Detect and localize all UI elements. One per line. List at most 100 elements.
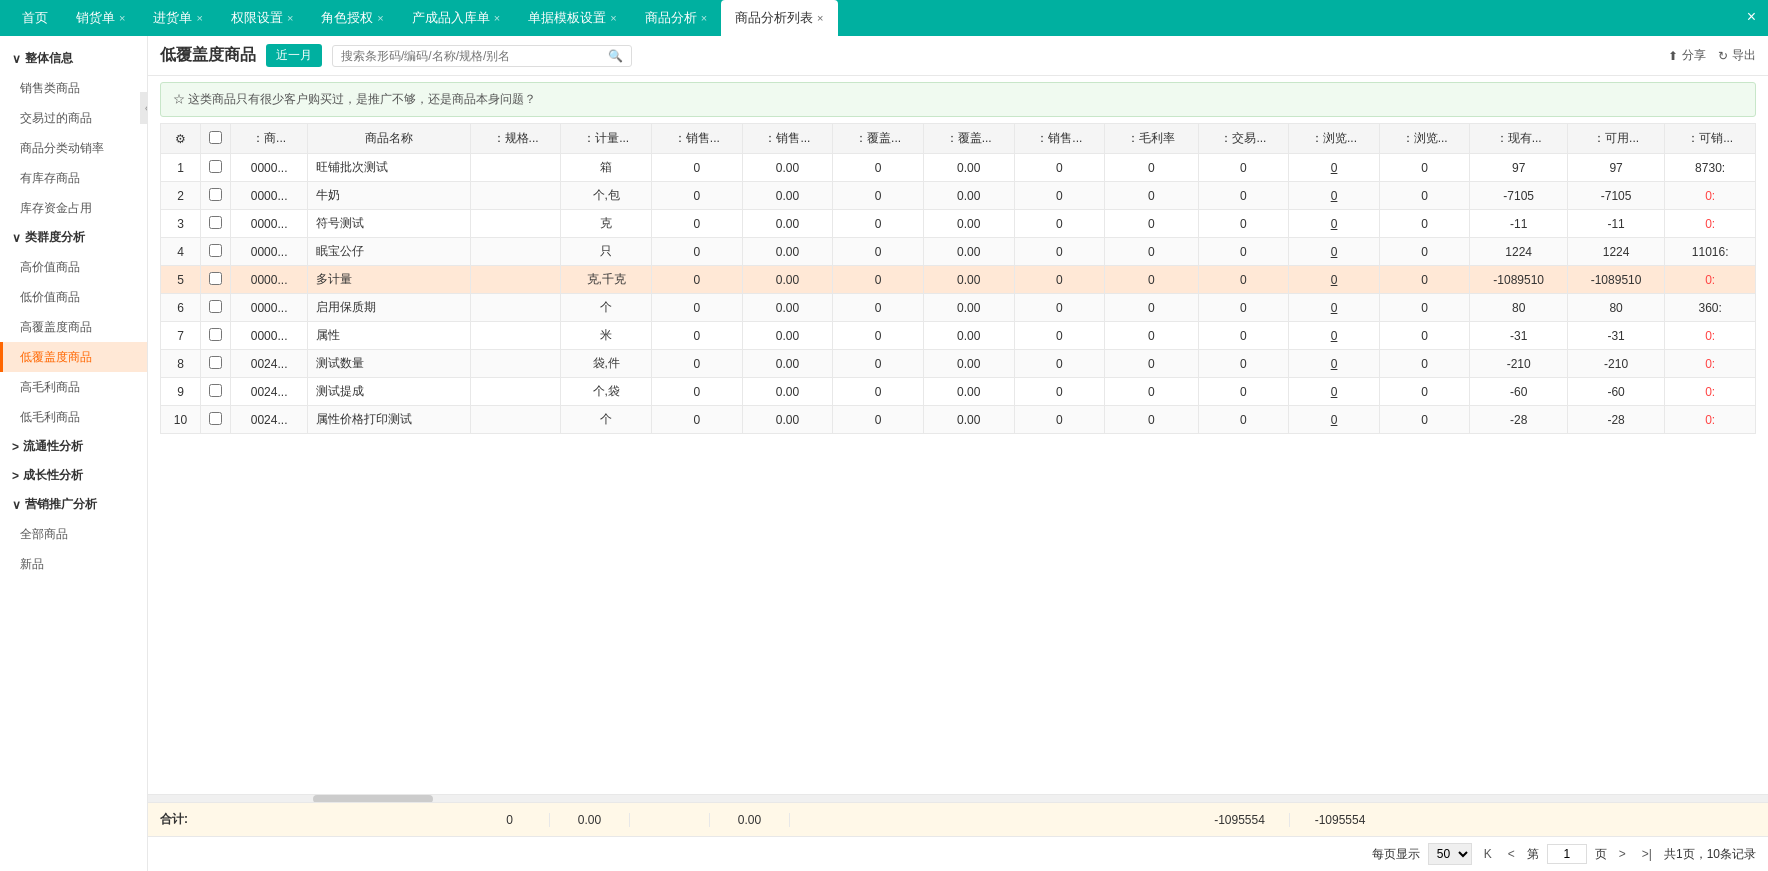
export-button[interactable]: ↻ 导出 — [1718, 47, 1756, 64]
footer-spacer1 — [630, 813, 710, 827]
row-checkbox[interactable] — [201, 182, 231, 210]
search-input[interactable] — [341, 49, 604, 63]
close-icon[interactable]: × — [610, 0, 616, 36]
close-icon[interactable]: × — [817, 0, 823, 36]
row-browse1[interactable]: 0 — [1289, 154, 1380, 182]
row-checkbox[interactable] — [201, 322, 231, 350]
sidebar-group-growth[interactable]: > 成长性分析 — [0, 461, 147, 490]
row-checkbox[interactable] — [201, 294, 231, 322]
row-browse1[interactable]: 0 — [1289, 266, 1380, 294]
row-checkbox[interactable] — [201, 154, 231, 182]
row-select-checkbox[interactable] — [209, 188, 222, 201]
row-select-checkbox[interactable] — [209, 328, 222, 341]
period-button[interactable]: 近一月 — [266, 44, 322, 67]
close-icon[interactable]: × — [494, 0, 500, 36]
close-icon[interactable]: × — [119, 0, 125, 36]
row-checkbox[interactable] — [201, 406, 231, 434]
row-browse2: 0 — [1379, 294, 1470, 322]
prev-first-button[interactable]: K — [1480, 845, 1496, 863]
row-sales1: 0 — [652, 378, 743, 406]
close-icon[interactable]: × — [377, 0, 383, 36]
close-icon[interactable]: × — [701, 0, 707, 36]
next-button[interactable]: > — [1615, 845, 1630, 863]
row-browse1[interactable]: 0 — [1289, 294, 1380, 322]
row-browse1[interactable]: 0 — [1289, 350, 1380, 378]
nav-tab-analysis-list[interactable]: 商品分析列表 × — [721, 0, 837, 36]
row-cover1: 0 — [833, 378, 924, 406]
row-select-checkbox[interactable] — [209, 160, 222, 173]
row-select-checkbox[interactable] — [209, 412, 222, 425]
row-gross: 0 — [1105, 238, 1198, 266]
col-settings[interactable]: ⚙ — [161, 124, 201, 154]
nav-tab-permission[interactable]: 权限设置 × — [217, 0, 307, 36]
row-code: 0000... — [231, 182, 308, 210]
sidebar-item-traded-goods[interactable]: 交易过的商品 — [0, 103, 147, 133]
next-last-button[interactable]: >| — [1638, 845, 1656, 863]
row-browse1[interactable]: 0 — [1289, 182, 1380, 210]
row-browse1[interactable]: 0 — [1289, 210, 1380, 238]
sidebar-collapse-button[interactable]: « — [140, 92, 148, 124]
row-select-checkbox[interactable] — [209, 272, 222, 285]
search-icon[interactable]: 🔍 — [608, 49, 623, 63]
per-page-select[interactable]: 50 — [1428, 843, 1472, 865]
nav-tab-production[interactable]: 产成品入库单 × — [398, 0, 514, 36]
sidebar-group-circulation[interactable]: > 流通性分析 — [0, 432, 147, 461]
page-input[interactable] — [1547, 844, 1587, 864]
sidebar-group-cluster[interactable]: ∨ 类群度分析 — [0, 223, 147, 252]
row-code: 0024... — [231, 378, 308, 406]
sidebar-item-new-goods[interactable]: 新品 — [0, 549, 147, 579]
row-checkbox[interactable] — [201, 210, 231, 238]
page-title: 低覆盖度商品 — [160, 45, 256, 66]
sidebar-item-high-coverage[interactable]: 高覆盖度商品 — [0, 312, 147, 342]
row-checkbox[interactable] — [201, 378, 231, 406]
col-sales1: ：销售... — [652, 124, 743, 154]
nav-tab-role[interactable]: 角色授权 × — [307, 0, 397, 36]
select-all-checkbox[interactable] — [209, 131, 222, 144]
row-checkbox[interactable] — [201, 238, 231, 266]
sidebar-item-capital[interactable]: 库存资金占用 — [0, 193, 147, 223]
share-button[interactable]: ⬆ 分享 — [1668, 47, 1706, 64]
row-sales2: 0.00 — [742, 294, 833, 322]
prev-button[interactable]: < — [1504, 845, 1519, 863]
sidebar-item-high-margin[interactable]: 高毛利商品 — [0, 372, 147, 402]
row-browse1[interactable]: 0 — [1289, 378, 1380, 406]
sidebar-item-low-margin[interactable]: 低毛利商品 — [0, 402, 147, 432]
nav-tab-sales[interactable]: 销货单 × — [62, 0, 139, 36]
row-browse1[interactable]: 0 — [1289, 238, 1380, 266]
close-icon[interactable]: × — [196, 0, 202, 36]
col-saleable: ：可销... — [1665, 124, 1756, 154]
row-gross: 0 — [1105, 378, 1198, 406]
sidebar-item-stock-goods[interactable]: 有库存商品 — [0, 163, 147, 193]
row-browse1[interactable]: 0 — [1289, 406, 1380, 434]
sidebar-item-sales-goods[interactable]: 销售类商品 — [0, 73, 147, 103]
sidebar-item-category-rate[interactable]: 商品分类动销率 — [0, 133, 147, 163]
sidebar-item-low-coverage[interactable]: 低覆盖度商品 — [0, 342, 147, 372]
row-num: 5 — [161, 266, 201, 294]
row-checkbox[interactable] — [201, 266, 231, 294]
per-page-label: 每页显示 — [1372, 846, 1420, 863]
row-checkbox[interactable] — [201, 350, 231, 378]
nav-tab-analysis[interactable]: 商品分析 × — [631, 0, 721, 36]
nav-tab-purchase[interactable]: 进货单 × — [139, 0, 216, 36]
row-browse1[interactable]: 0 — [1289, 322, 1380, 350]
page-suffix: 页 — [1595, 846, 1607, 863]
horizontal-scrollbar[interactable] — [148, 794, 1768, 802]
row-num: 10 — [161, 406, 201, 434]
row-select-checkbox[interactable] — [209, 300, 222, 313]
row-select-checkbox[interactable] — [209, 384, 222, 397]
nav-tab-template[interactable]: 单据模板设置 × — [514, 0, 630, 36]
sidebar-group-marketing[interactable]: ∨ 营销推广分析 — [0, 490, 147, 519]
close-icon[interactable]: × — [287, 0, 293, 36]
sidebar-group-overview[interactable]: ∨ 整体信息 — [0, 44, 147, 73]
nav-tab-home[interactable]: 首页 — [8, 0, 62, 36]
sidebar-item-high-value[interactable]: 高价值商品 — [0, 252, 147, 282]
row-select-checkbox[interactable] — [209, 356, 222, 369]
table-row: 4 0000... 眠宝公仔 只 0 0.00 0 0.00 0 0 0 0 0… — [161, 238, 1756, 266]
sidebar-item-all-goods[interactable]: 全部商品 — [0, 519, 147, 549]
row-select-checkbox[interactable] — [209, 244, 222, 257]
window-close-button[interactable]: × — [1747, 8, 1756, 26]
top-nav: 首页 销货单 × 进货单 × 权限设置 × 角色授权 × 产成品入库单 × 单据… — [0, 0, 1768, 36]
sidebar-item-low-value[interactable]: 低价值商品 — [0, 282, 147, 312]
row-code: 0024... — [231, 350, 308, 378]
row-select-checkbox[interactable] — [209, 216, 222, 229]
